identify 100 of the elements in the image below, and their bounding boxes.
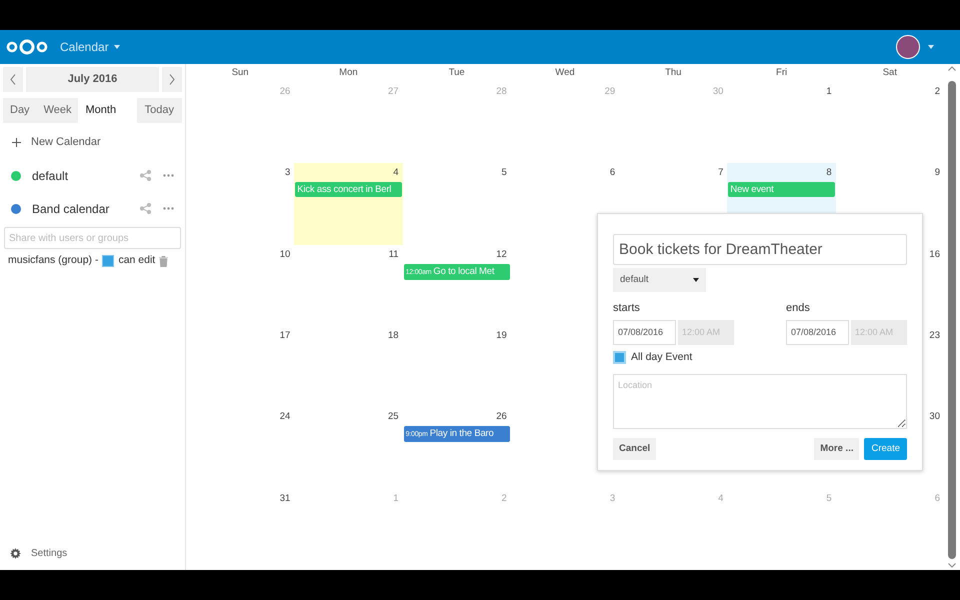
day-number: 25 <box>388 411 399 424</box>
day-cell[interactable]: 31 <box>186 488 294 570</box>
day-number: 24 <box>280 411 290 424</box>
plus-icon <box>12 138 21 146</box>
day-number: 16 <box>929 248 940 261</box>
day-cell[interactable]: 2 <box>836 82 944 164</box>
new-calendar-item[interactable]: New Calendar <box>0 125 185 159</box>
logo-icon <box>6 39 48 55</box>
day-number: 30 <box>712 86 724 98</box>
calendar-select[interactable]: default <box>613 268 706 292</box>
end-date-field[interactable]: 07/08/2016 <box>786 320 849 344</box>
day-cell[interactable]: 3 <box>186 163 294 245</box>
day-cell[interactable]: 19 <box>402 326 511 408</box>
day-number: 4 <box>718 492 724 505</box>
month-picker[interactable]: July 2016 <box>26 67 159 92</box>
start-date-field[interactable]: 07/08/2016 <box>613 320 676 344</box>
day-number: 3 <box>610 492 616 505</box>
weekday-header: Sat <box>882 66 898 80</box>
share-input[interactable]: Share with users or groups <box>4 227 181 249</box>
today-button[interactable]: Today <box>136 98 182 123</box>
share-label: musicfans (group) - <box>8 253 98 268</box>
day-number: 2 <box>934 86 940 98</box>
chevron-up-icon <box>948 66 956 71</box>
avatar[interactable] <box>896 35 920 59</box>
more-icon[interactable] <box>163 207 174 210</box>
chevron-down-icon <box>948 563 956 568</box>
view-tab[interactable]: Month <box>78 98 124 123</box>
event-title: Play in the Baro <box>430 428 494 440</box>
day-number: 26 <box>496 411 507 424</box>
day-number: 1 <box>393 492 399 505</box>
chevron-right-icon <box>169 74 175 85</box>
permission-label: can edit <box>118 253 156 268</box>
caret-icon <box>693 278 699 282</box>
caret-icon <box>928 45 934 49</box>
day-number: 7 <box>718 167 724 180</box>
event-title-field[interactable]: Book tickets for DreamTheater <box>613 234 907 265</box>
next-month-button[interactable] <box>162 67 182 92</box>
calendar-name[interactable]: Band calendar <box>32 200 140 218</box>
settings-label: Settings <box>31 546 68 560</box>
day-number: 29 <box>604 86 616 98</box>
share-icon[interactable] <box>140 170 151 181</box>
day-number: 31 <box>280 492 290 505</box>
day-number: 5 <box>826 492 832 505</box>
scrollbar-thumb[interactable] <box>948 81 956 559</box>
day-number: 8 <box>826 167 832 180</box>
event-title: Kick ass concert in Berl <box>297 184 392 196</box>
day-number: 4 <box>393 167 399 180</box>
day-number: 6 <box>934 492 940 505</box>
prev-month-button[interactable] <box>3 67 23 92</box>
weekday-header: Sun <box>230 66 250 80</box>
cancel-button[interactable]: Cancel <box>613 438 656 460</box>
day-cell[interactable]: 4 Kick ass concert in Berl <box>294 163 403 245</box>
can-edit-checkbox[interactable] <box>102 255 114 267</box>
day-cell[interactable]: 25 <box>294 407 403 489</box>
settings-icon <box>10 548 21 558</box>
weekday-header: Thu <box>664 66 682 80</box>
chevron-left-icon <box>10 74 16 85</box>
weekday-header: Wed <box>554 66 576 80</box>
day-number: 9 <box>934 167 940 180</box>
calendar-name[interactable]: default <box>32 166 140 184</box>
view-tab[interactable]: Week <box>36 98 78 123</box>
day-number: 19 <box>496 330 507 342</box>
weekday-header: Tue <box>448 66 466 80</box>
calendar-select-value: default <box>620 272 649 287</box>
event-title: New event <box>730 184 774 196</box>
day-cell[interactable]: 17 <box>186 326 294 408</box>
day-number: 2 <box>502 492 507 505</box>
day-cell[interactable]: 11 <box>294 244 403 326</box>
settings-item[interactable]: Settings <box>0 538 185 568</box>
day-number: 27 <box>388 86 399 98</box>
day-number: 1 <box>826 86 832 98</box>
day-number: 12 <box>496 248 507 261</box>
share-icon[interactable] <box>140 203 151 214</box>
all-day-label: All day Event <box>631 350 692 364</box>
all-day-checkbox[interactable] <box>613 350 626 364</box>
day-number: 3 <box>284 167 290 180</box>
more-button[interactable]: More ... <box>814 438 860 460</box>
day-number: 17 <box>280 330 290 342</box>
day-number: 28 <box>496 86 507 98</box>
day-number: 11 <box>388 248 399 261</box>
day-number: 26 <box>280 86 290 98</box>
day-cell[interactable]: 5 <box>402 163 511 245</box>
day-cell[interactable]: 1 <box>727 82 836 164</box>
ends-label: ends <box>786 301 811 316</box>
more-icon[interactable] <box>163 174 174 177</box>
starts-label: starts <box>613 301 641 316</box>
view-tab[interactable]: Day <box>3 98 37 123</box>
day-number: 18 <box>388 330 399 342</box>
new-calendar-label: New Calendar <box>31 134 101 150</box>
day-number: 10 <box>280 248 290 261</box>
day-number: 6 <box>610 167 616 180</box>
trash-icon[interactable] <box>159 256 168 266</box>
weekday-header: Fri <box>775 66 788 80</box>
day-cell[interactable]: 24 <box>186 407 294 489</box>
location-field[interactable]: Location <box>613 374 907 430</box>
day-cell[interactable]: 10 <box>186 244 294 326</box>
weekday-header: Mon <box>338 66 359 80</box>
day-number: 5 <box>502 167 507 180</box>
caret-icon <box>114 45 120 49</box>
day-cell[interactable]: 18 <box>294 326 403 408</box>
